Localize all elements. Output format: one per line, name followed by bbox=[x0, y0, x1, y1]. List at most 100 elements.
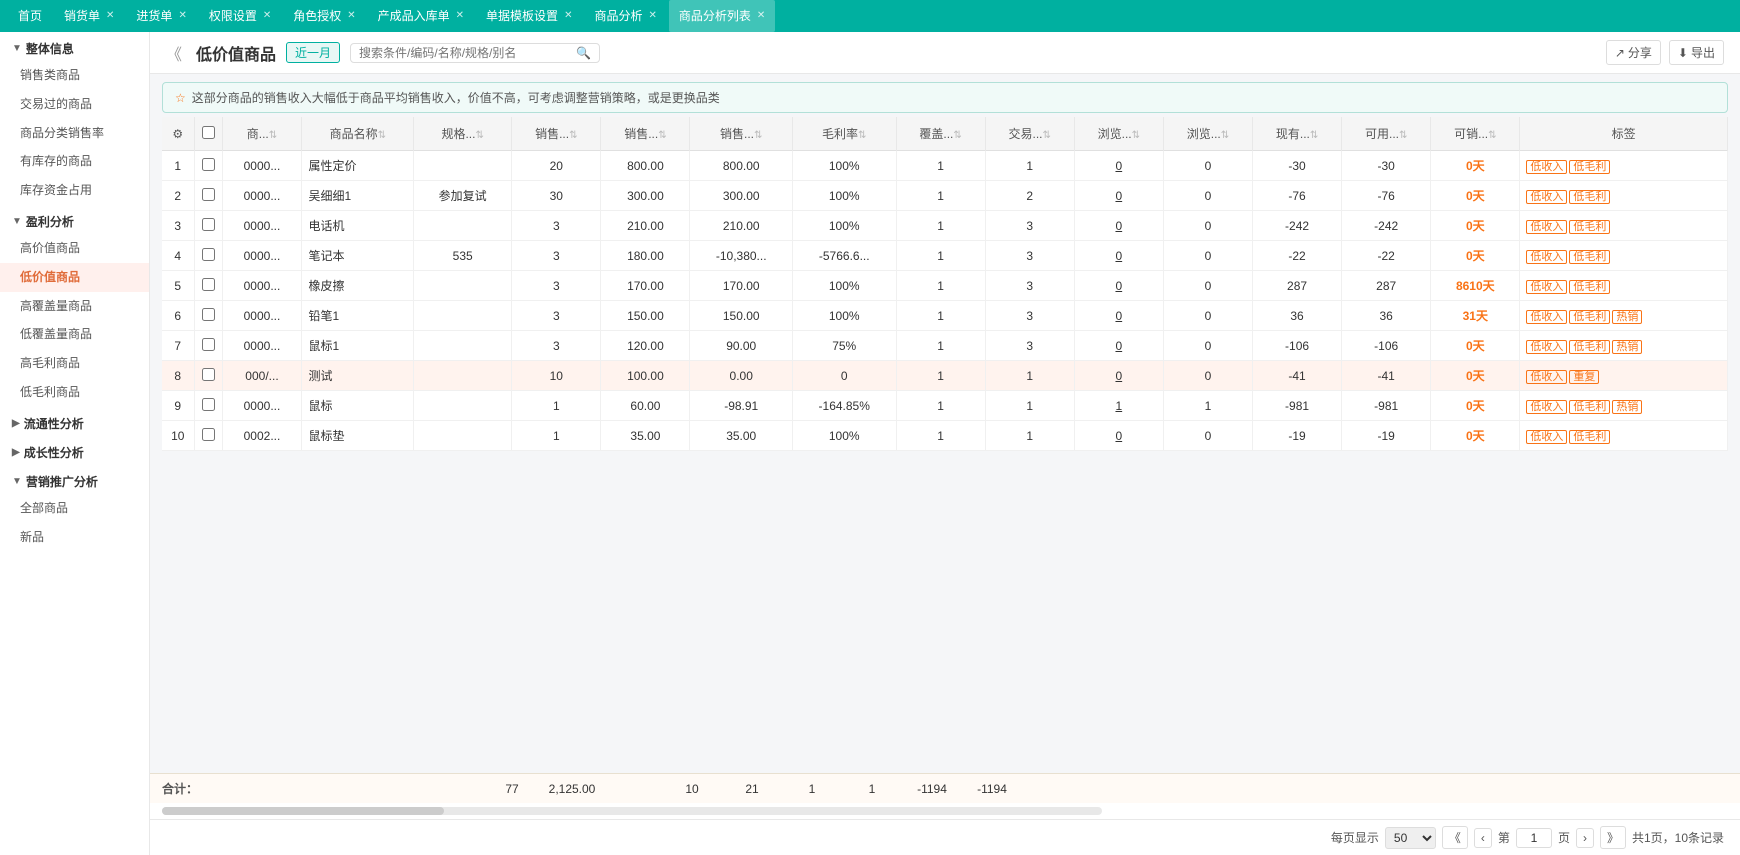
sidebar-group-marketing[interactable]: ▼ 营销推广分析 bbox=[0, 465, 149, 494]
sidebar-group-circulation[interactable]: ▶ 流通性分析 bbox=[0, 407, 149, 436]
nav-role-auth-close[interactable]: ✕ bbox=[347, 0, 355, 32]
next-page-btn[interactable]: › bbox=[1576, 828, 1594, 848]
browse1-col-header[interactable]: 浏览...⇅ bbox=[1074, 117, 1163, 151]
prev-page-btn[interactable]: ‹ bbox=[1474, 828, 1492, 848]
gross-margin-col-header[interactable]: 毛利率⇅ bbox=[792, 117, 896, 151]
sales-qty-col-header[interactable]: 销售...⇅ bbox=[512, 117, 601, 151]
browse1-link[interactable]: 0 bbox=[1115, 369, 1122, 383]
sidebar-group-profit[interactable]: ▼ 盈利分析 bbox=[0, 205, 149, 234]
browse1-link[interactable]: 1 bbox=[1115, 399, 1122, 413]
row-select-checkbox[interactable] bbox=[202, 308, 215, 321]
row-select-checkbox[interactable] bbox=[202, 428, 215, 441]
settings-col-header[interactable]: ⚙ bbox=[162, 117, 194, 151]
sidebar-item-category-sales-rate[interactable]: 商品分类销售率 bbox=[0, 119, 149, 148]
search-input[interactable] bbox=[359, 46, 576, 60]
row-checkbox[interactable] bbox=[194, 241, 222, 271]
sidebar-group-growth[interactable]: ▶ 成长性分析 bbox=[0, 436, 149, 465]
sidebar-item-high-margin[interactable]: 高毛利商品 bbox=[0, 349, 149, 378]
browse1-link[interactable]: 0 bbox=[1115, 189, 1122, 203]
row-select-checkbox[interactable] bbox=[202, 158, 215, 171]
nav-product-inbound[interactable]: 产成品入库单✕ bbox=[368, 0, 474, 32]
row-checkbox[interactable] bbox=[194, 421, 222, 451]
nav-purchase-order-close[interactable]: ✕ bbox=[178, 0, 186, 32]
search-icon[interactable]: 🔍 bbox=[576, 46, 591, 60]
sidebar-item-low-coverage[interactable]: 低覆盖量商品 bbox=[0, 320, 149, 349]
row-browse1[interactable]: 0 bbox=[1074, 421, 1163, 451]
browse1-link[interactable]: 0 bbox=[1115, 339, 1122, 353]
row-checkbox[interactable] bbox=[194, 331, 222, 361]
browse1-link[interactable]: 0 bbox=[1115, 429, 1122, 443]
sidebar-item-sales-products[interactable]: 销售类商品 bbox=[0, 61, 149, 90]
row-select-checkbox[interactable] bbox=[202, 278, 215, 291]
page-size-select[interactable]: 50 100 200 bbox=[1385, 827, 1436, 849]
row-checkbox[interactable] bbox=[194, 391, 222, 421]
nav-sales-order-close[interactable]: ✕ bbox=[106, 0, 114, 32]
row-checkbox[interactable] bbox=[194, 301, 222, 331]
browse1-link[interactable]: 0 bbox=[1115, 159, 1122, 173]
row-browse1[interactable]: 0 bbox=[1074, 331, 1163, 361]
sidebar-item-stock-products[interactable]: 有库存的商品 bbox=[0, 147, 149, 176]
first-page-btn[interactable]: 《 bbox=[1442, 826, 1468, 849]
coverage-col-header[interactable]: 覆盖...⇅ bbox=[896, 117, 985, 151]
row-checkbox[interactable] bbox=[194, 271, 222, 301]
nav-product-analysis-list[interactable]: 商品分析列表✕ bbox=[669, 0, 775, 32]
browse1-link[interactable]: 0 bbox=[1115, 219, 1122, 233]
select-all-checkbox[interactable] bbox=[202, 126, 215, 139]
row-browse1[interactable]: 0 bbox=[1074, 181, 1163, 211]
sidebar-item-low-value[interactable]: 低价值商品 bbox=[0, 263, 149, 292]
row-select-checkbox[interactable] bbox=[202, 188, 215, 201]
row-select-checkbox[interactable] bbox=[202, 248, 215, 261]
browse1-link[interactable]: 0 bbox=[1115, 249, 1122, 263]
nav-template-settings[interactable]: 单据模板设置✕ bbox=[476, 0, 582, 32]
row-checkbox[interactable] bbox=[194, 181, 222, 211]
nav-sales-order[interactable]: 销货单✕ bbox=[54, 0, 124, 32]
row-browse1[interactable]: 0 bbox=[1074, 241, 1163, 271]
row-browse1[interactable]: 0 bbox=[1074, 301, 1163, 331]
row-select-checkbox[interactable] bbox=[202, 398, 215, 411]
code-col-header[interactable]: 商...⇅ bbox=[222, 117, 302, 151]
current-stock-col-header[interactable]: 现有...⇅ bbox=[1253, 117, 1342, 151]
row-browse1[interactable]: 0 bbox=[1074, 151, 1163, 181]
sidebar-collapse-btn[interactable]: 《 bbox=[166, 41, 182, 65]
available-col-header[interactable]: 可用...⇅ bbox=[1342, 117, 1431, 151]
nav-template-settings-close[interactable]: ✕ bbox=[564, 0, 572, 32]
nav-permission-close[interactable]: ✕ bbox=[263, 0, 271, 32]
share-button[interactable]: ↗ 分享 bbox=[1606, 40, 1661, 65]
row-browse1[interactable]: 0 bbox=[1074, 271, 1163, 301]
browse2-col-header[interactable]: 浏览...⇅ bbox=[1163, 117, 1252, 151]
sidebar-item-high-value[interactable]: 高价值商品 bbox=[0, 234, 149, 263]
page-number-input[interactable] bbox=[1516, 828, 1552, 848]
row-select-checkbox[interactable] bbox=[202, 338, 215, 351]
row-browse1[interactable]: 1 bbox=[1074, 391, 1163, 421]
nav-product-analysis[interactable]: 商品分析✕ bbox=[584, 0, 666, 32]
sidebar-item-high-coverage[interactable]: 高覆盖量商品 bbox=[0, 292, 149, 321]
nav-product-analysis-close[interactable]: ✕ bbox=[648, 0, 656, 32]
sidebar-item-all-products[interactable]: 全部商品 bbox=[0, 494, 149, 523]
sidebar-group-overall[interactable]: ▼ 整体信息 bbox=[0, 32, 149, 61]
sales-amt-col-header[interactable]: 销售...⇅ bbox=[690, 117, 792, 151]
spec-col-header[interactable]: 规格...⇅ bbox=[414, 117, 512, 151]
tags-col-header[interactable]: 标签 bbox=[1520, 117, 1728, 151]
row-checkbox[interactable] bbox=[194, 151, 222, 181]
filter-tag-btn[interactable]: 近一月 bbox=[286, 42, 340, 63]
saleable-col-header[interactable]: 可销...⇅ bbox=[1431, 117, 1520, 151]
checkbox-col-header[interactable] bbox=[194, 117, 222, 151]
sidebar-item-traded-products[interactable]: 交易过的商品 bbox=[0, 90, 149, 119]
row-select-checkbox[interactable] bbox=[202, 218, 215, 231]
nav-product-analysis-list-close[interactable]: ✕ bbox=[757, 0, 765, 32]
name-col-header[interactable]: 商品名称⇅ bbox=[302, 117, 414, 151]
sidebar-item-low-margin[interactable]: 低毛利商品 bbox=[0, 378, 149, 407]
row-browse1[interactable]: 0 bbox=[1074, 361, 1163, 391]
nav-role-auth[interactable]: 角色授权✕ bbox=[283, 0, 365, 32]
row-browse1[interactable]: 0 bbox=[1074, 211, 1163, 241]
export-button[interactable]: ⬇ 导出 bbox=[1669, 40, 1724, 65]
last-page-btn[interactable]: 》 bbox=[1600, 826, 1626, 849]
browse1-link[interactable]: 0 bbox=[1115, 309, 1122, 323]
nav-permission[interactable]: 权限设置✕ bbox=[199, 0, 281, 32]
row-checkbox[interactable] bbox=[194, 361, 222, 391]
sidebar-item-stock-capital[interactable]: 库存资金占用 bbox=[0, 176, 149, 205]
browse1-link[interactable]: 0 bbox=[1115, 279, 1122, 293]
row-checkbox[interactable] bbox=[194, 211, 222, 241]
sales-price-col-header[interactable]: 销售...⇅ bbox=[601, 117, 690, 151]
nav-home[interactable]: 首页 bbox=[8, 0, 52, 32]
